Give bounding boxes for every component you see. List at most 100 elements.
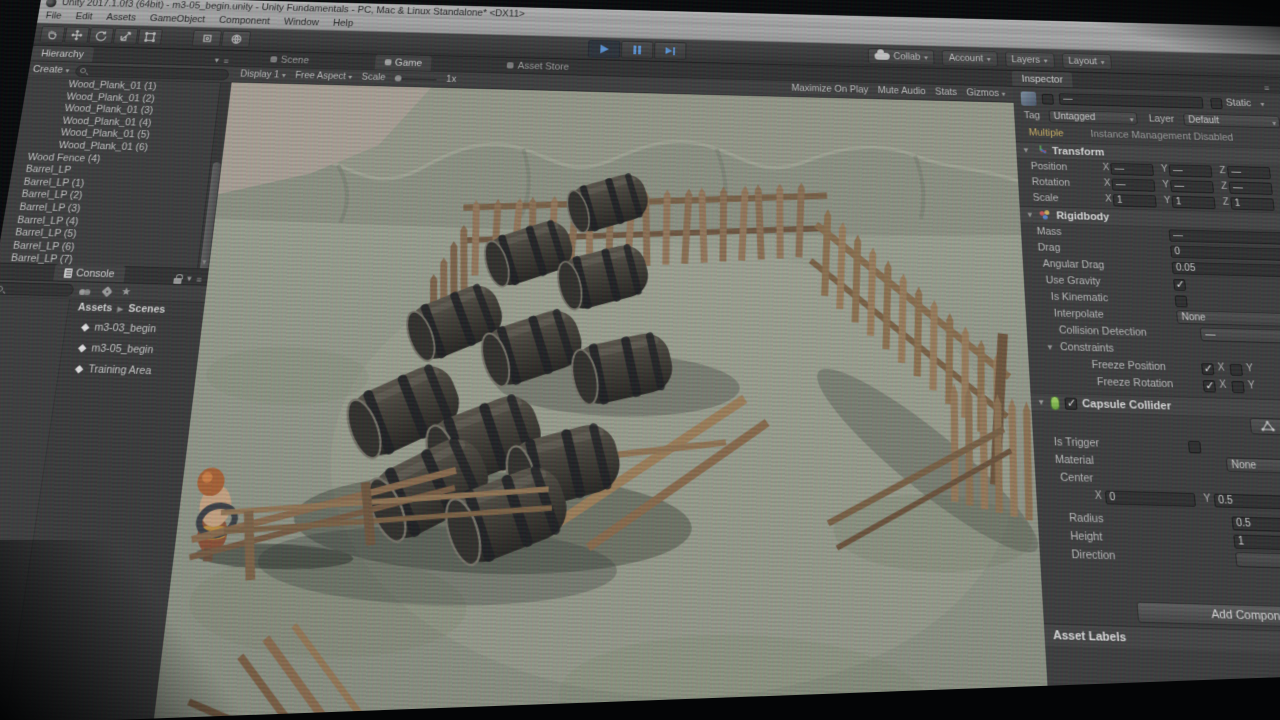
direction-dropdown[interactable]: [1235, 552, 1280, 572]
static-checkbox[interactable]: [1210, 98, 1223, 109]
freeze-rotation-y-checkbox[interactable]: [1231, 380, 1245, 392]
menu-item-gameobject[interactable]: GameObject: [149, 13, 206, 25]
active-checkbox[interactable]: [1042, 93, 1054, 104]
tab-scene[interactable]: Scene: [260, 52, 319, 68]
chevron-down-icon: ▾: [924, 53, 928, 61]
scale-slider[interactable]: [395, 77, 437, 80]
rotation-y-field[interactable]: —: [1170, 180, 1214, 193]
layers-button[interactable]: Layers ▾: [1004, 52, 1054, 69]
hierarchy-search-input[interactable]: [74, 65, 229, 80]
scale-x-field[interactable]: 1: [1113, 194, 1157, 207]
rotation-x-field[interactable]: —: [1111, 178, 1155, 191]
breadcrumb-root[interactable]: Assets: [77, 302, 113, 315]
capsule-collider-icon: [1050, 395, 1060, 410]
scroll-down-arrow[interactable]: ▼: [200, 259, 208, 266]
freeze-rotation-label: Freeze Rotation: [1097, 376, 1174, 390]
project-file[interactable]: ◆Training Area: [59, 358, 197, 383]
menu-item-help[interactable]: Help: [332, 18, 353, 29]
display-dropdown[interactable]: Display 1 ▾: [240, 69, 287, 80]
project-folder[interactable]: Scenes: [0, 363, 59, 383]
maximize-on-play-toggle[interactable]: Maximize On Play: [791, 84, 868, 96]
globe-icon: [229, 33, 243, 45]
tag-dropdown[interactable]: Untagged: [1048, 110, 1137, 125]
add-component-button[interactable]: Add Component: [1136, 601, 1280, 629]
scene-asset-icon: ◆: [80, 320, 90, 333]
search-by-label-icon[interactable]: [102, 286, 113, 297]
tab-asset-store[interactable]: Asset Store: [497, 58, 579, 75]
chevron-down-icon[interactable]: ▾: [186, 273, 192, 284]
capsule-enabled-checkbox[interactable]: [1064, 397, 1077, 410]
chevron-down-icon[interactable]: ▾: [214, 56, 219, 66]
mute-audio-toggle[interactable]: Mute Audio: [878, 86, 926, 97]
freeze-position-x-checkbox[interactable]: [1201, 362, 1214, 374]
assetbundle-dropdown[interactable]: [1211, 695, 1280, 715]
project-folder[interactable]: Assets: [0, 297, 69, 316]
panel-menu-icon[interactable]: ≡: [223, 56, 229, 65]
favorites-star-icon[interactable]: ★: [120, 285, 132, 298]
scale-z-field[interactable]: 1: [1230, 197, 1275, 210]
play-button[interactable]: [588, 40, 621, 58]
layer-dropdown[interactable]: Default: [1183, 113, 1280, 128]
search-by-type-icon[interactable]: [79, 286, 92, 295]
capsule-collider-title: Capsule Collider: [1082, 397, 1172, 412]
pause-button[interactable]: [621, 41, 654, 59]
gizmos-dropdown[interactable]: Gizmos ▾: [966, 88, 1005, 99]
pivot-toggle-button[interactable]: [192, 30, 222, 47]
aspect-dropdown[interactable]: Free Aspect ▾: [295, 71, 353, 82]
lock-icon[interactable]: [173, 277, 182, 283]
inspector-panel: Inspector ≡ — Static ▾ Tag Untagged Laye…: [1012, 71, 1280, 720]
foldout-icon: ▼: [1037, 398, 1046, 407]
scale-y-field[interactable]: 1: [1171, 195, 1215, 208]
panel-menu-icon[interactable]: ≡: [1264, 84, 1270, 93]
project-folder[interactable]: Prefabs: [0, 346, 62, 366]
stats-toggle[interactable]: Stats: [935, 87, 957, 97]
scale-tool-button[interactable]: [113, 28, 139, 45]
layout-button[interactable]: Layout ▾: [1061, 53, 1112, 70]
name-field[interactable]: —: [1059, 93, 1204, 108]
account-button[interactable]: Account ▾: [942, 50, 998, 67]
is-kinematic-label: Is Kinematic: [1050, 291, 1108, 304]
menu-item-edit[interactable]: Edit: [75, 11, 94, 22]
panel-menu-icon[interactable]: ≡: [196, 274, 202, 284]
position-z-field[interactable]: —: [1227, 166, 1271, 179]
hand-tool-button[interactable]: [39, 26, 65, 43]
tab-console[interactable]: Console: [53, 264, 125, 282]
menu-item-component[interactable]: Component: [218, 15, 270, 27]
center-x-field[interactable]: 0: [1105, 490, 1196, 506]
rotate-tool-button[interactable]: [88, 27, 114, 44]
step-button[interactable]: [654, 42, 686, 60]
project-search-input[interactable]: [0, 281, 75, 297]
center-y-field[interactable]: 0.5: [1213, 493, 1280, 509]
foldout-icon[interactable]: ▼: [1046, 343, 1055, 352]
space-toggle-button[interactable]: [221, 31, 251, 48]
menu-item-assets[interactable]: Assets: [106, 12, 137, 23]
tab-hierarchy[interactable]: Hierarchy: [31, 46, 95, 62]
is-kinematic-checkbox[interactable]: [1175, 295, 1188, 307]
project-folder[interactable]: Materials: [0, 313, 67, 333]
use-gravity-checkbox[interactable]: [1173, 278, 1186, 290]
height-field[interactable]: 1: [1233, 534, 1280, 553]
transform-icon: [1034, 145, 1047, 157]
is-trigger-checkbox[interactable]: [1188, 440, 1202, 453]
project-folder[interactable]: Models: [0, 330, 64, 350]
menu-item-window[interactable]: Window: [283, 17, 319, 28]
freeze-rotation-x-checkbox[interactable]: [1203, 380, 1216, 392]
edit-collider-button[interactable]: [1249, 418, 1280, 435]
tab-game[interactable]: Game: [374, 55, 432, 71]
position-x-field[interactable]: —: [1110, 162, 1154, 175]
collab-button[interactable]: Collab ▾: [868, 48, 935, 65]
menu-item-file[interactable]: File: [45, 11, 62, 22]
freeze-position-y-checkbox[interactable]: [1229, 363, 1242, 375]
tab-inspector[interactable]: Inspector: [1012, 71, 1073, 88]
game-viewport[interactable]: [143, 82, 1056, 720]
move-tool-button[interactable]: [64, 27, 90, 44]
rotation-z-field[interactable]: —: [1228, 181, 1272, 194]
breadcrumb-current[interactable]: Scenes: [128, 303, 166, 316]
create-button[interactable]: Create ▾: [32, 64, 70, 75]
chevron-down-icon[interactable]: ▾: [1260, 100, 1265, 108]
position-y-field[interactable]: —: [1168, 164, 1212, 177]
rect-tool-button[interactable]: [137, 28, 163, 45]
radius-field[interactable]: 0.5: [1231, 516, 1280, 534]
chevron-down-icon: ▾: [1100, 58, 1104, 66]
asset-labels-header[interactable]: Asset Labels: [1044, 623, 1280, 657]
